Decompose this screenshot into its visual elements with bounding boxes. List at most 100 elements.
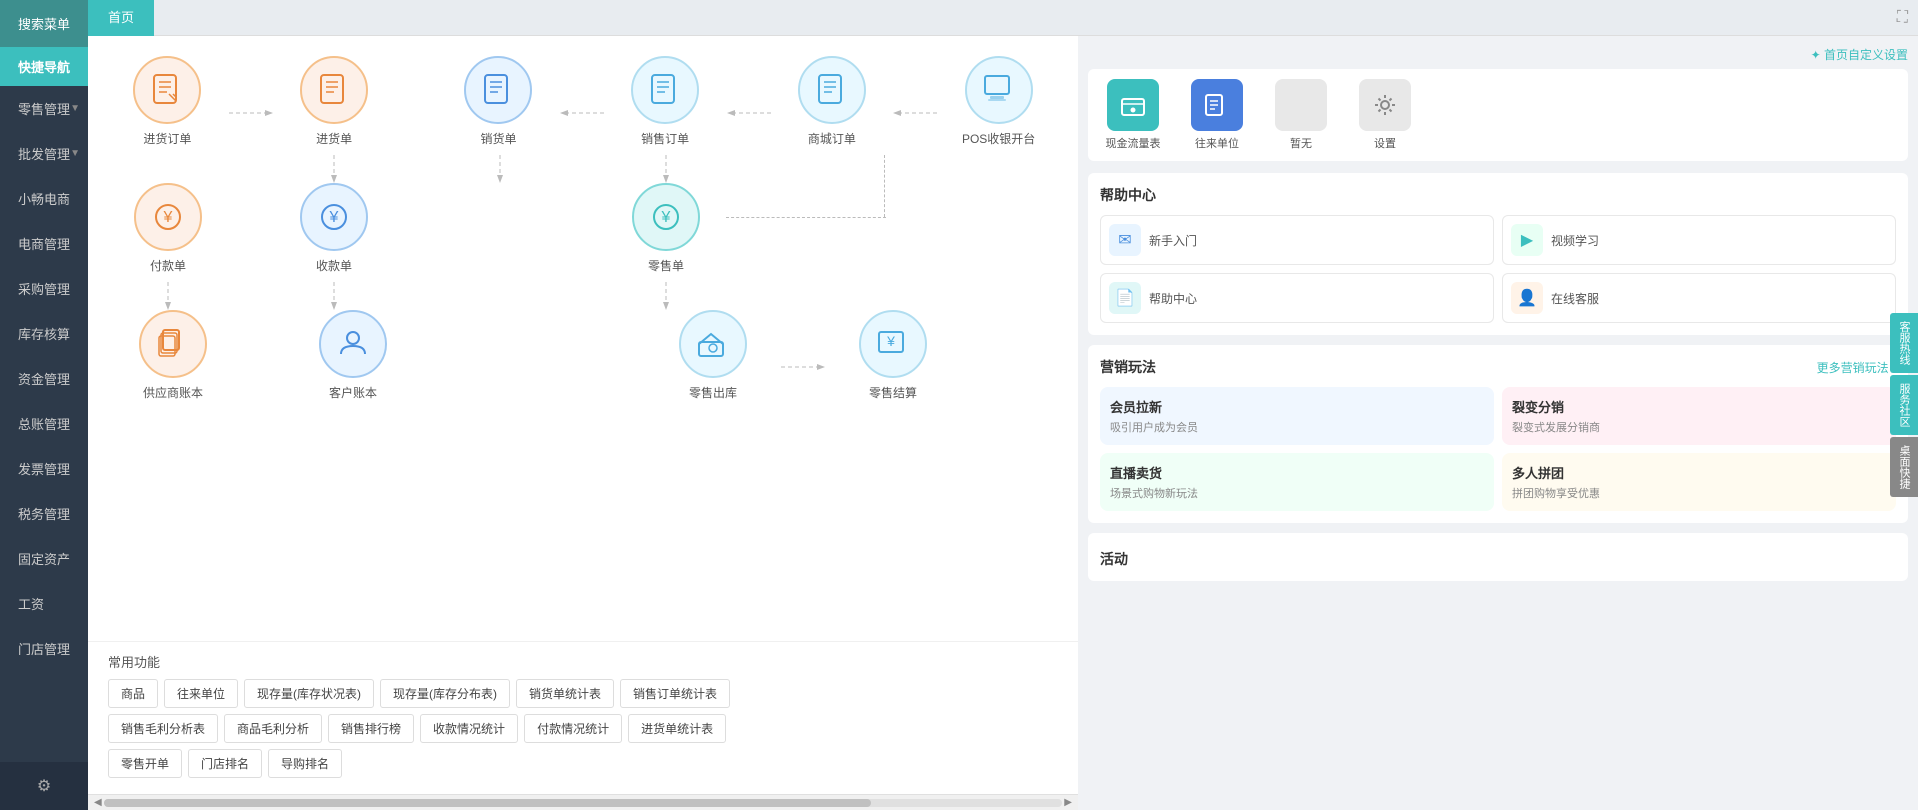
sidebar-item-salary[interactable]: 工资	[0, 581, 88, 626]
func-btn-goods[interactable]: 商品	[108, 679, 158, 708]
sidebar-quicknav[interactable]: 快捷导航	[0, 47, 88, 86]
node-mall-order[interactable]: 商城订单	[773, 56, 892, 147]
marketing-item-member[interactable]: 会员拉新 吸引用户成为会员	[1100, 387, 1494, 445]
marketing-section: 营销玩法 更多营销玩法 › 会员拉新 吸引用户成为会员 裂变分销 裂变式发展分销…	[1088, 345, 1908, 523]
float-btn-customer-service[interactable]: 客服热线	[1890, 313, 1918, 373]
marketing-grid: 会员拉新 吸引用户成为会员 裂变分销 裂变式发展分销商 直播卖货 场景式购物新玩…	[1100, 387, 1896, 511]
func-btn-sales-rank[interactable]: 销售排行榜	[328, 714, 414, 743]
sidebar-item-retail[interactable]: 零售管理▼	[0, 86, 88, 131]
func-buttons-row2: 销售毛利分析表 商品毛利分析 销售排行榜 收款情况统计 付款情况统计 进货单统计…	[108, 714, 1058, 743]
arrow-sales-order-to-bill	[558, 107, 606, 119]
sidebar-item-assets[interactable]: 固定资产	[0, 536, 88, 581]
sidebar-item-xiaochang[interactable]: 小畅电商	[0, 176, 88, 221]
scroll-bar[interactable]: ◀ ▶	[88, 794, 1078, 810]
func-btn-store-rank[interactable]: 门店排名	[188, 749, 262, 778]
marketing-item-fission[interactable]: 裂变分销 裂变式发展分销商	[1502, 387, 1896, 445]
func-buttons-row1: 商品 往来单位 现存量(库存状况表) 现存量(库存分布表) 销货单统计表 销售订…	[108, 679, 1058, 708]
sidebar-item-ecommerce[interactable]: 电商管理	[0, 221, 88, 266]
varrow-payment-out	[108, 282, 228, 310]
sidebar-item-wholesale[interactable]: 批发管理▼	[0, 131, 88, 176]
scroll-track[interactable]	[104, 799, 1063, 807]
sidebar: 搜索菜单 快捷导航 零售管理▼ 批发管理▼ 小畅电商 电商管理 采购管理 库存核…	[0, 0, 88, 810]
node-sales-order[interactable]: 销售订单	[606, 56, 725, 147]
common-funcs-title: 常用功能	[108, 652, 1058, 671]
chevron-icon: ▼	[70, 103, 80, 114]
sidebar-item-tax[interactable]: 税务管理	[0, 491, 88, 536]
main-area: 首页 ⛶ 进货订单	[88, 0, 1918, 810]
sidebar-item-purchase[interactable]: 采购管理	[0, 266, 88, 311]
scroll-right-arrow[interactable]: ▶	[1062, 797, 1074, 808]
sidebar-item-stores[interactable]: 门店管理	[0, 626, 88, 671]
func-btn-goods-margin[interactable]: 商品毛利分析	[224, 714, 322, 743]
varrow-sales-bill	[440, 155, 560, 183]
sidebar-settings[interactable]: ⚙	[0, 762, 88, 810]
func-btn-payment-stats[interactable]: 付款情况统计	[524, 714, 622, 743]
scroll-left-arrow[interactable]: ◀	[92, 797, 104, 808]
svg-text:¥: ¥	[329, 209, 339, 226]
quick-icons-bar: 现金流量表 往来单位 暂无 设置	[1088, 69, 1908, 161]
marketing-item-group[interactable]: 多人拼团 拼团购物享受优惠	[1502, 453, 1896, 511]
marketing-more-link[interactable]: 更多营销玩法 ›	[1817, 359, 1896, 376]
func-btn-purchase-stats[interactable]: 进货单统计表	[628, 714, 726, 743]
float-buttons: 客服热线 服务社区 桌面快捷	[1890, 313, 1918, 497]
func-btn-sales-margin[interactable]: 销售毛利分析表	[108, 714, 218, 743]
quick-icon-counterpart[interactable]: 往来单位	[1182, 79, 1252, 151]
float-btn-community[interactable]: 服务社区	[1890, 375, 1918, 435]
func-btn-receipt-stats[interactable]: 收款情况统计	[420, 714, 518, 743]
node-supplier-account[interactable]: 供应商账本	[108, 310, 238, 401]
node-payment-in[interactable]: ¥ 收款单	[274, 183, 394, 274]
func-btn-counterpart[interactable]: 往来单位	[164, 679, 238, 708]
help-section: 帮助中心 ✉ 新手入门 ▶ 视频学习 📄 帮助中心 👤	[1088, 173, 1908, 335]
tab-home[interactable]: 首页	[88, 0, 154, 36]
marketing-item-live[interactable]: 直播卖货 场景式购物新玩法	[1100, 453, 1494, 511]
varrow-payment-in	[274, 282, 394, 310]
help-item-video[interactable]: ▶ 视频学习	[1502, 215, 1896, 265]
node-purchase-order[interactable]: 进货订单	[108, 56, 227, 147]
func-btn-stock-status[interactable]: 现存量(库存状况表)	[244, 679, 374, 708]
func-btn-sales-stats[interactable]: 销货单统计表	[516, 679, 614, 708]
node-retail-warehouse[interactable]: 零售出库	[648, 310, 778, 401]
quick-icon-settings[interactable]: 设置	[1350, 79, 1420, 151]
quick-icon-none[interactable]: 暂无	[1266, 79, 1336, 151]
flow-chart: 进货订单 进货单	[88, 36, 1078, 641]
node-retail-order[interactable]: ¥ 零售单	[606, 183, 726, 274]
scroll-thumb[interactable]	[104, 799, 871, 807]
func-btn-stock-dist[interactable]: 现存量(库存分布表)	[380, 679, 510, 708]
quick-icon-cashflow[interactable]: 现金流量表	[1098, 79, 1168, 151]
sidebar-item-invoice[interactable]: 发票管理	[0, 446, 88, 491]
func-buttons-row3: 零售开单 门店排名 导购排名	[108, 749, 1058, 778]
search-label: 搜索菜单	[18, 17, 70, 32]
help-title: 帮助中心	[1100, 185, 1896, 205]
help-item-online-service[interactable]: 👤 在线客服	[1502, 273, 1896, 323]
help-item-newbie[interactable]: ✉ 新手入门	[1100, 215, 1494, 265]
varrow-sales-order	[606, 155, 726, 183]
func-btn-sales-order-stats[interactable]: 销售订单统计表	[620, 679, 730, 708]
customize-link[interactable]: ✦ 首页自定义设置	[1088, 46, 1908, 63]
sidebar-search[interactable]: 搜索菜单	[0, 0, 88, 47]
activity-section: 活动	[1088, 533, 1908, 581]
node-payment-out[interactable]: ¥ 付款单	[108, 183, 228, 274]
node-sales-bill[interactable]: 销货单	[439, 56, 558, 147]
common-funcs: 常用功能 商品 往来单位 现存量(库存状况表) 现存量(库存分布表) 销货单统计…	[88, 641, 1078, 794]
node-pos[interactable]: POS收银开台	[939, 56, 1058, 147]
help-item-helpcenter[interactable]: 📄 帮助中心	[1100, 273, 1494, 323]
chevron-icon: ▼	[70, 148, 80, 159]
tabs-bar: 首页 ⛶	[88, 0, 1918, 36]
func-btn-retail-order[interactable]: 零售开单	[108, 749, 182, 778]
func-btn-guide-rank[interactable]: 导购排名	[268, 749, 342, 778]
expand-icon[interactable]: ⛶	[1897, 9, 1918, 27]
sidebar-item-finance[interactable]: 资金管理	[0, 356, 88, 401]
help-grid: ✉ 新手入门 ▶ 视频学习 📄 帮助中心 👤 在线客服	[1100, 215, 1896, 323]
arrow-retail-warehouse-to-settlement	[778, 361, 828, 373]
float-btn-desktop[interactable]: 桌面快捷	[1890, 437, 1918, 497]
node-retail-settlement[interactable]: ¥ 零售结算	[828, 310, 958, 401]
sidebar-item-inventory[interactable]: 库存核算	[0, 311, 88, 356]
gear-icon: ⚙	[37, 778, 51, 795]
online-service-icon: 👤	[1511, 282, 1543, 314]
node-customer-account[interactable]: 客户账本	[288, 310, 418, 401]
node-purchase-bill[interactable]: 进货单	[275, 56, 394, 147]
varrow-purchase-bill	[274, 155, 394, 183]
sidebar-item-general-ledger[interactable]: 总账管理	[0, 401, 88, 446]
arrow-mall-to-sales	[725, 107, 773, 119]
arrow-purchase-order-to-bill	[227, 107, 275, 119]
